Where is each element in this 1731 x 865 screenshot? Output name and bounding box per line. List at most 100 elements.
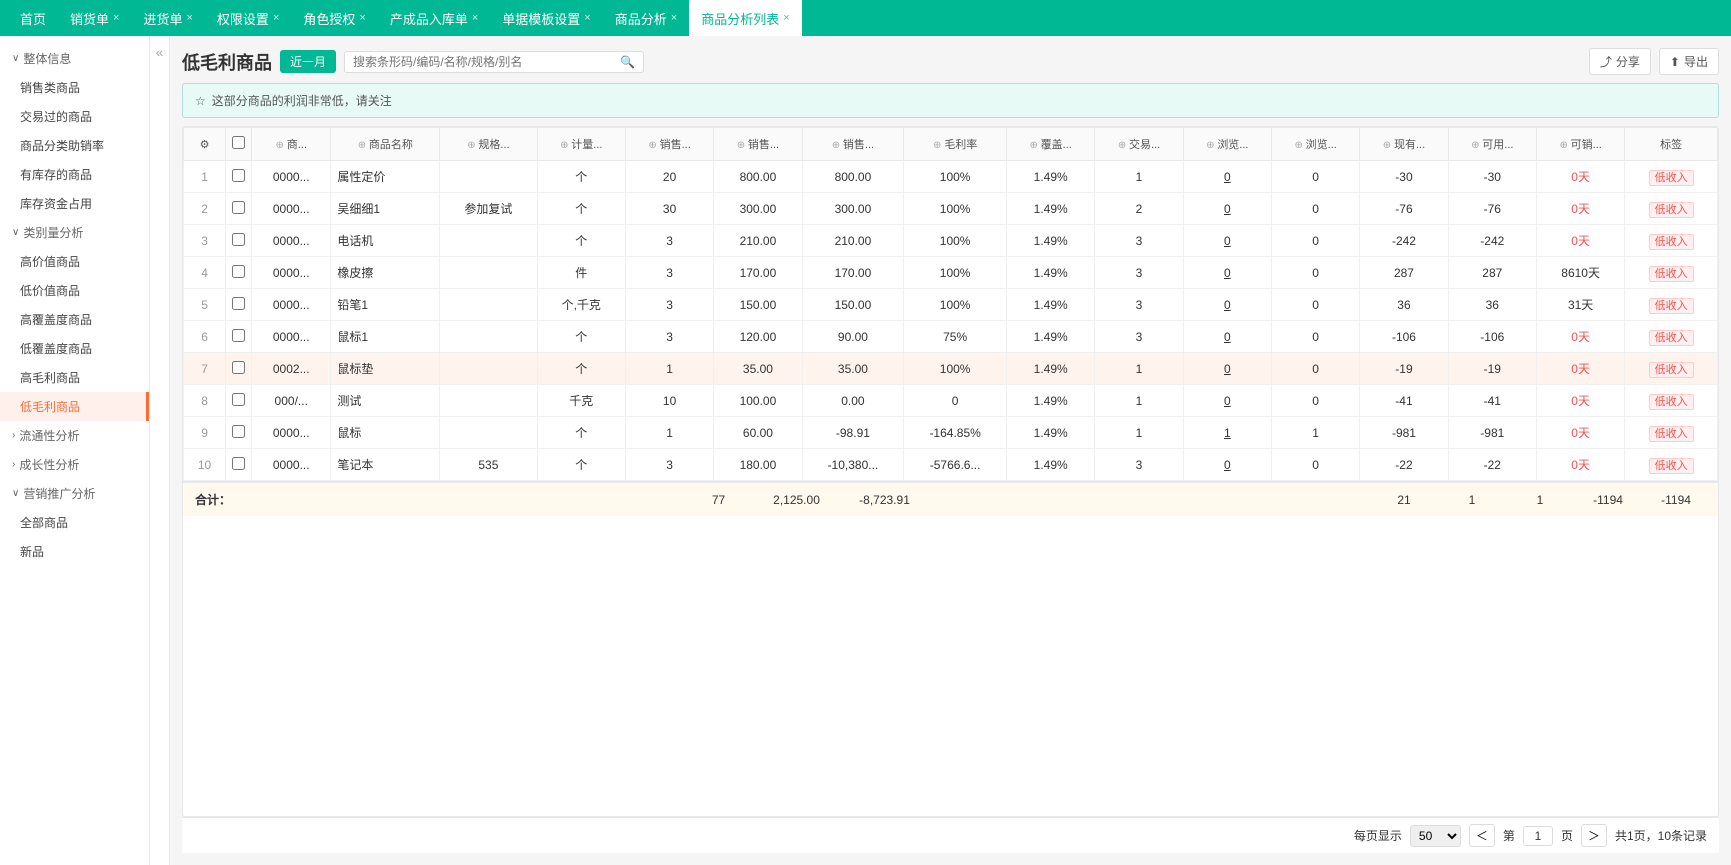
row-checkbox[interactable]	[232, 265, 245, 278]
sidebar-section-营销推广分析[interactable]: ∨营销推广分析	[0, 479, 149, 508]
th-spec[interactable]: 规格...	[440, 128, 537, 161]
th-tag[interactable]: 标签	[1625, 128, 1718, 161]
search-input[interactable]	[353, 55, 620, 69]
sidebar-item-库存资金占用[interactable]: 库存资金占用	[0, 189, 149, 218]
th-sales-qty[interactable]: 销售...	[625, 128, 713, 161]
row-checkbox[interactable]	[232, 169, 245, 182]
th-unit[interactable]: 计量...	[537, 128, 625, 161]
cell-browse1[interactable]: 0	[1183, 257, 1271, 289]
sidebar-section-类别量分析[interactable]: ∨类别量分析	[0, 218, 149, 247]
sidebar-item-低覆盖度商品[interactable]: 低覆盖度商品	[0, 334, 149, 363]
th-available[interactable]: 可用...	[1448, 128, 1536, 161]
cell-checkbox[interactable]	[226, 417, 252, 449]
nav-close-icon[interactable]: ×	[783, 12, 789, 24]
th-browse2[interactable]: 浏览...	[1271, 128, 1359, 161]
nav-close-icon[interactable]: ×	[671, 12, 677, 24]
sidebar-section-成长性分析[interactable]: ›成长性分析	[0, 450, 149, 479]
th-sales-price[interactable]: 销售...	[714, 128, 802, 161]
cell-checkbox[interactable]	[226, 321, 252, 353]
row-checkbox[interactable]	[232, 425, 245, 438]
sidebar-item-低价值商品[interactable]: 低价值商品	[0, 276, 149, 305]
th-coverage[interactable]: 覆盖...	[1007, 128, 1095, 161]
cell-checkbox[interactable]	[226, 193, 252, 225]
nav-close-icon[interactable]: ×	[584, 12, 590, 24]
sidebar-item-低毛利商品[interactable]: 低毛利商品	[0, 392, 149, 421]
cell-browse1[interactable]: 0	[1183, 161, 1271, 193]
totals-browse2: 1	[1510, 493, 1570, 507]
cell-checkbox[interactable]	[226, 353, 252, 385]
nav-close-icon[interactable]: ×	[273, 12, 279, 24]
cell-checkbox[interactable]	[226, 289, 252, 321]
filter-btn[interactable]: 近一月	[280, 50, 336, 73]
nav-item-商品分析列表[interactable]: 商品分析列表×	[689, 0, 801, 36]
th-name[interactable]: 商品名称	[331, 128, 440, 161]
share-button[interactable]: ⤴ 分享	[1589, 48, 1651, 75]
sidebar-item-交易过的商品[interactable]: 交易过的商品	[0, 102, 149, 131]
sidebar-item-有库存的商品[interactable]: 有库存的商品	[0, 160, 149, 189]
nav-item-单据模板设置[interactable]: 单据模板设置×	[490, 0, 602, 36]
row-checkbox[interactable]	[232, 457, 245, 470]
th-code[interactable]: 商...	[252, 128, 331, 161]
sidebar-item-全部商品[interactable]: 全部商品	[0, 508, 149, 537]
cell-browse1[interactable]: 0	[1183, 449, 1271, 481]
cell-browse1[interactable]: 0	[1183, 353, 1271, 385]
cell-transaction: 3	[1095, 257, 1183, 289]
th-browse1[interactable]: 浏览...	[1183, 128, 1271, 161]
nav-item-产成品入库单[interactable]: 产成品入库单×	[378, 0, 490, 36]
th-checkbox[interactable]	[226, 128, 252, 161]
sidebar-section-整体信息[interactable]: ∨整体信息	[0, 44, 149, 73]
nav-item-进货单[interactable]: 进货单×	[131, 0, 204, 36]
nav-close-icon[interactable]: ×	[472, 12, 478, 24]
nav-item-销货单[interactable]: 销货单×	[58, 0, 131, 36]
cell-checkbox[interactable]	[226, 449, 252, 481]
totals-current-stock: -1194	[1578, 493, 1638, 507]
nav-close-icon[interactable]: ×	[113, 12, 119, 24]
cell-browse1[interactable]: 0	[1183, 289, 1271, 321]
row-checkbox[interactable]	[232, 361, 245, 374]
nav-item-首页[interactable]: 首页	[8, 0, 58, 36]
sidebar-item-商品分类助销率[interactable]: 商品分类助销率	[0, 131, 149, 160]
cell-checkbox[interactable]	[226, 225, 252, 257]
th-sales-amount[interactable]: 销售...	[802, 128, 904, 161]
cell-checkbox[interactable]	[226, 161, 252, 193]
th-saleable[interactable]: 可销...	[1536, 128, 1624, 161]
row-checkbox[interactable]	[232, 393, 245, 406]
cell-checkbox[interactable]	[226, 385, 252, 417]
th-current-stock[interactable]: 现有...	[1360, 128, 1448, 161]
th-margin-rate[interactable]: 毛利率	[904, 128, 1007, 161]
sidebar-item-高价值商品[interactable]: 高价值商品	[0, 247, 149, 276]
cell-browse1[interactable]: 1	[1183, 417, 1271, 449]
cell-browse1[interactable]: 0	[1183, 193, 1271, 225]
cell-browse1[interactable]: 0	[1183, 225, 1271, 257]
sidebar-collapse-btn[interactable]: «	[150, 36, 170, 865]
next-page-btn[interactable]: ＞	[1581, 824, 1607, 847]
sidebar-item-高毛利商品[interactable]: 高毛利商品	[0, 363, 149, 392]
sidebar-item-销售类商品[interactable]: 销售类商品	[0, 73, 149, 102]
collapse-icon: «	[156, 44, 164, 60]
row-checkbox[interactable]	[232, 233, 245, 246]
cell-checkbox[interactable]	[226, 257, 252, 289]
export-button[interactable]: ⬆ 导出	[1659, 48, 1719, 75]
row-checkbox[interactable]	[232, 297, 245, 310]
cell-transaction: 3	[1095, 289, 1183, 321]
sidebar-section-流通性分析[interactable]: ›流通性分析	[0, 421, 149, 450]
prev-page-btn[interactable]: ＜	[1469, 824, 1495, 847]
cell-spec	[440, 257, 537, 289]
th-settings[interactable]: ⚙	[184, 128, 226, 161]
row-checkbox[interactable]	[232, 201, 245, 214]
cell-browse1[interactable]: 0	[1183, 321, 1271, 353]
row-checkbox[interactable]	[232, 329, 245, 342]
nav-item-权限设置[interactable]: 权限设置×	[205, 0, 291, 36]
nav-item-角色授权[interactable]: 角色授权×	[291, 0, 377, 36]
nav-item-商品分析[interactable]: 商品分析×	[603, 0, 689, 36]
sidebar-item-新品[interactable]: 新品	[0, 537, 149, 566]
sidebar-item-高覆盖度商品[interactable]: 高覆盖度商品	[0, 305, 149, 334]
per-page-select[interactable]: 50 100 200	[1410, 825, 1461, 847]
nav-close-icon[interactable]: ×	[186, 12, 192, 24]
nav-close-icon[interactable]: ×	[359, 12, 365, 24]
search-icon[interactable]: 🔍	[620, 55, 635, 69]
select-all-checkbox[interactable]	[232, 136, 245, 149]
cell-browse1[interactable]: 0	[1183, 385, 1271, 417]
table-row: 6 0000... 鼠标1 个 3 120.00 90.00 75% 1.49%…	[184, 321, 1718, 353]
th-transaction[interactable]: 交易...	[1095, 128, 1183, 161]
